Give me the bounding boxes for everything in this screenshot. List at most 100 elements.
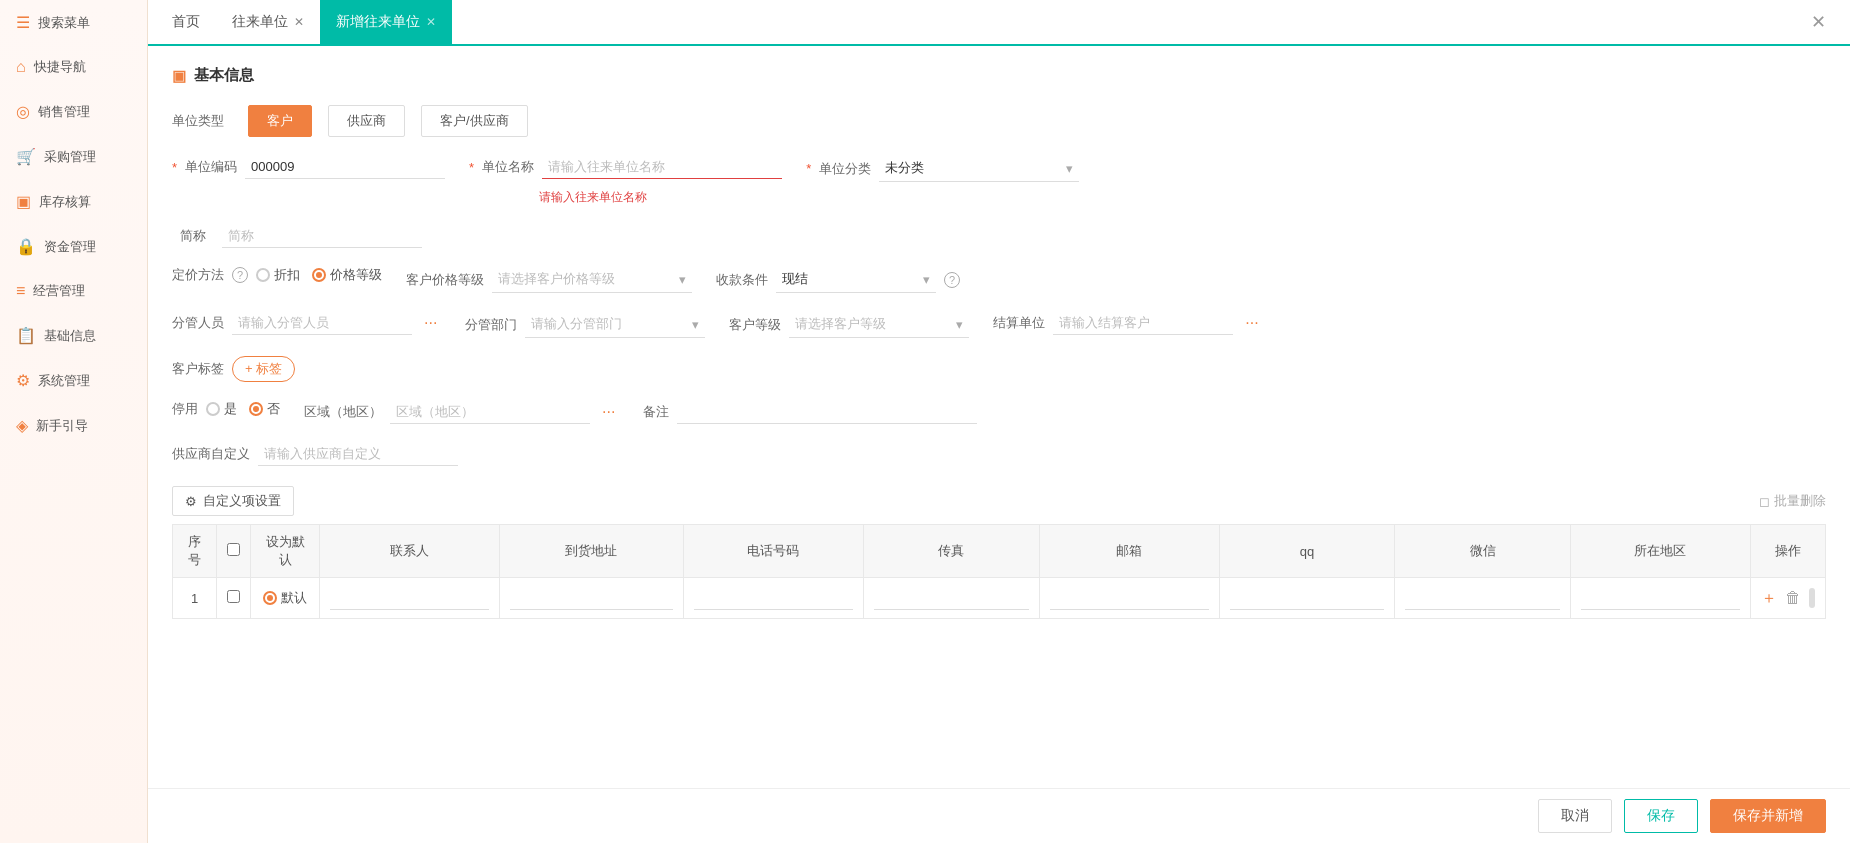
- name-input[interactable]: [542, 155, 782, 179]
- dept-select[interactable]: 请输入分管部门 ▾: [525, 311, 705, 338]
- inventory-icon: ▣: [16, 192, 31, 211]
- code-input[interactable]: [245, 155, 445, 179]
- category-select[interactable]: 未分类 ▾: [879, 155, 1079, 182]
- pricing-discount-label: 折扣: [274, 266, 300, 284]
- category-label: 单位分类: [819, 160, 871, 178]
- code-label: 单位编码: [185, 158, 237, 176]
- sidebar-item-quick-nav[interactable]: ⌂ 快捷导航: [0, 45, 147, 89]
- add-tag-btn[interactable]: + 标签: [232, 356, 295, 382]
- sidebar-item-guide[interactable]: ◈ 新手引导: [0, 403, 147, 448]
- sidebar-item-finance-label: 资金管理: [44, 238, 96, 256]
- contact-input[interactable]: [330, 586, 489, 610]
- tab-new-transaction-close[interactable]: ✕: [426, 15, 436, 29]
- unit-type-supplier-btn[interactable]: 供应商: [328, 105, 405, 137]
- td-contact[interactable]: [319, 578, 499, 619]
- cancel-button[interactable]: 取消: [1538, 799, 1612, 833]
- region-more-btn[interactable]: ···: [598, 403, 619, 421]
- row-checkbox[interactable]: [227, 590, 240, 603]
- tab-home-label: 首页: [172, 13, 200, 31]
- sidebar-item-purchase[interactable]: 🛒 采购管理: [0, 134, 147, 179]
- td-wechat[interactable]: [1395, 578, 1571, 619]
- td-checkbox[interactable]: [217, 578, 251, 619]
- td-email[interactable]: [1039, 578, 1219, 619]
- save-button[interactable]: 保存: [1624, 799, 1698, 833]
- manager-field: 分管人员 ···: [172, 311, 441, 335]
- finance-icon: 🔒: [16, 237, 36, 256]
- scrollbar[interactable]: [1809, 588, 1815, 608]
- customer-level-arrow-icon: ▾: [956, 317, 963, 332]
- wechat-input[interactable]: [1405, 586, 1560, 610]
- dept-arrow-icon: ▾: [692, 317, 699, 332]
- pricing-price-level-option[interactable]: 价格等级: [312, 266, 382, 284]
- sidebar-item-sales[interactable]: ◎ 销售管理: [0, 89, 147, 134]
- td-fax[interactable]: [863, 578, 1039, 619]
- window-close-button[interactable]: ✕: [1795, 11, 1842, 33]
- unit-type-customer-btn[interactable]: 客户: [248, 105, 312, 137]
- pricing-help-icon[interactable]: ?: [232, 267, 248, 283]
- remark-input[interactable]: [677, 400, 977, 424]
- save-and-new-button[interactable]: 保存并新增: [1710, 799, 1826, 833]
- sidebar-item-inventory[interactable]: ▣ 库存核算: [0, 179, 147, 224]
- sidebar-item-basic-info[interactable]: 📋 基础信息: [0, 313, 147, 358]
- select-all-checkbox[interactable]: [227, 543, 240, 556]
- default-radio-item[interactable]: 默认: [261, 589, 309, 607]
- th-qq: qq: [1219, 525, 1395, 578]
- sidebar-item-operations[interactable]: ≡ 经营管理: [0, 269, 147, 313]
- batch-delete-btn[interactable]: ◻ 批量删除: [1759, 492, 1826, 510]
- pricing-price-level-radio[interactable]: [312, 268, 326, 282]
- tab-transactions[interactable]: 往来单位 ✕: [216, 0, 320, 46]
- settlement-input[interactable]: [1053, 311, 1233, 335]
- custom-settings-btn[interactable]: ⚙ 自定义项设置: [172, 486, 294, 516]
- tab-new-transaction-label: 新增往来单位: [336, 13, 420, 31]
- customer-price-select[interactable]: 请选择客户价格等级 ▾: [492, 266, 692, 293]
- disabled-no-label: 否: [267, 400, 280, 418]
- disabled-yes-radio[interactable]: [206, 402, 220, 416]
- sidebar-item-system[interactable]: ⚙ 系统管理: [0, 358, 147, 403]
- tag-field: 客户标签 + 标签: [172, 356, 295, 382]
- th-seq: 序号: [173, 525, 217, 578]
- pricing-discount-radio[interactable]: [256, 268, 270, 282]
- tab-home[interactable]: 首页: [156, 0, 216, 46]
- category-arrow-icon: ▾: [1066, 161, 1073, 176]
- address-input[interactable]: [510, 586, 673, 610]
- tab-new-transaction[interactable]: 新增往来单位 ✕: [320, 0, 452, 46]
- default-radio[interactable]: [263, 591, 277, 605]
- row-region-input[interactable]: [1581, 586, 1740, 610]
- region-field: 区域（地区） ···: [304, 400, 619, 424]
- td-phone[interactable]: [683, 578, 863, 619]
- disabled-yes-option[interactable]: 是: [206, 400, 237, 418]
- row-add-btn[interactable]: ＋: [1761, 588, 1777, 609]
- qq-input[interactable]: [1230, 586, 1385, 610]
- manager-input[interactable]: [232, 311, 412, 335]
- unit-type-row: 单位类型 客户 供应商 客户/供应商: [172, 105, 1826, 137]
- basic-info-header: ▣ 基本信息: [172, 66, 1826, 85]
- email-input[interactable]: [1050, 586, 1209, 610]
- short-name-input[interactable]: [222, 224, 422, 248]
- code-required-star: *: [172, 160, 177, 175]
- region-input[interactable]: [390, 400, 590, 424]
- row-delete-btn[interactable]: 🗑: [1785, 589, 1801, 607]
- td-region[interactable]: [1571, 578, 1751, 619]
- supplier-custom-row: 供应商自定义: [172, 442, 1826, 466]
- tab-transactions-close[interactable]: ✕: [294, 15, 304, 29]
- supplier-custom-input[interactable]: [258, 442, 458, 466]
- payment-help-icon[interactable]: ?: [944, 272, 960, 288]
- category-field: * 单位分类 未分类 ▾: [806, 155, 1079, 182]
- fax-input[interactable]: [874, 586, 1029, 610]
- disabled-label: 停用: [172, 400, 198, 418]
- disabled-no-radio[interactable]: [249, 402, 263, 416]
- batch-delete-label: 批量删除: [1774, 492, 1826, 510]
- settlement-more-btn[interactable]: ···: [1241, 314, 1262, 332]
- disabled-no-option[interactable]: 否: [249, 400, 280, 418]
- manager-more-btn[interactable]: ···: [420, 314, 441, 332]
- th-wechat: 微信: [1395, 525, 1571, 578]
- pricing-discount-option[interactable]: 折扣: [256, 266, 300, 284]
- phone-input[interactable]: [694, 586, 853, 610]
- unit-type-both-btn[interactable]: 客户/供应商: [421, 105, 528, 137]
- payment-select[interactable]: 现结 ▾: [776, 266, 936, 293]
- sidebar-item-finance[interactable]: 🔒 资金管理: [0, 224, 147, 269]
- td-address[interactable]: [499, 578, 683, 619]
- td-qq[interactable]: [1219, 578, 1395, 619]
- customer-level-select[interactable]: 请选择客户等级 ▾: [789, 311, 969, 338]
- search-menu[interactable]: ☰ 搜索菜单: [0, 0, 147, 45]
